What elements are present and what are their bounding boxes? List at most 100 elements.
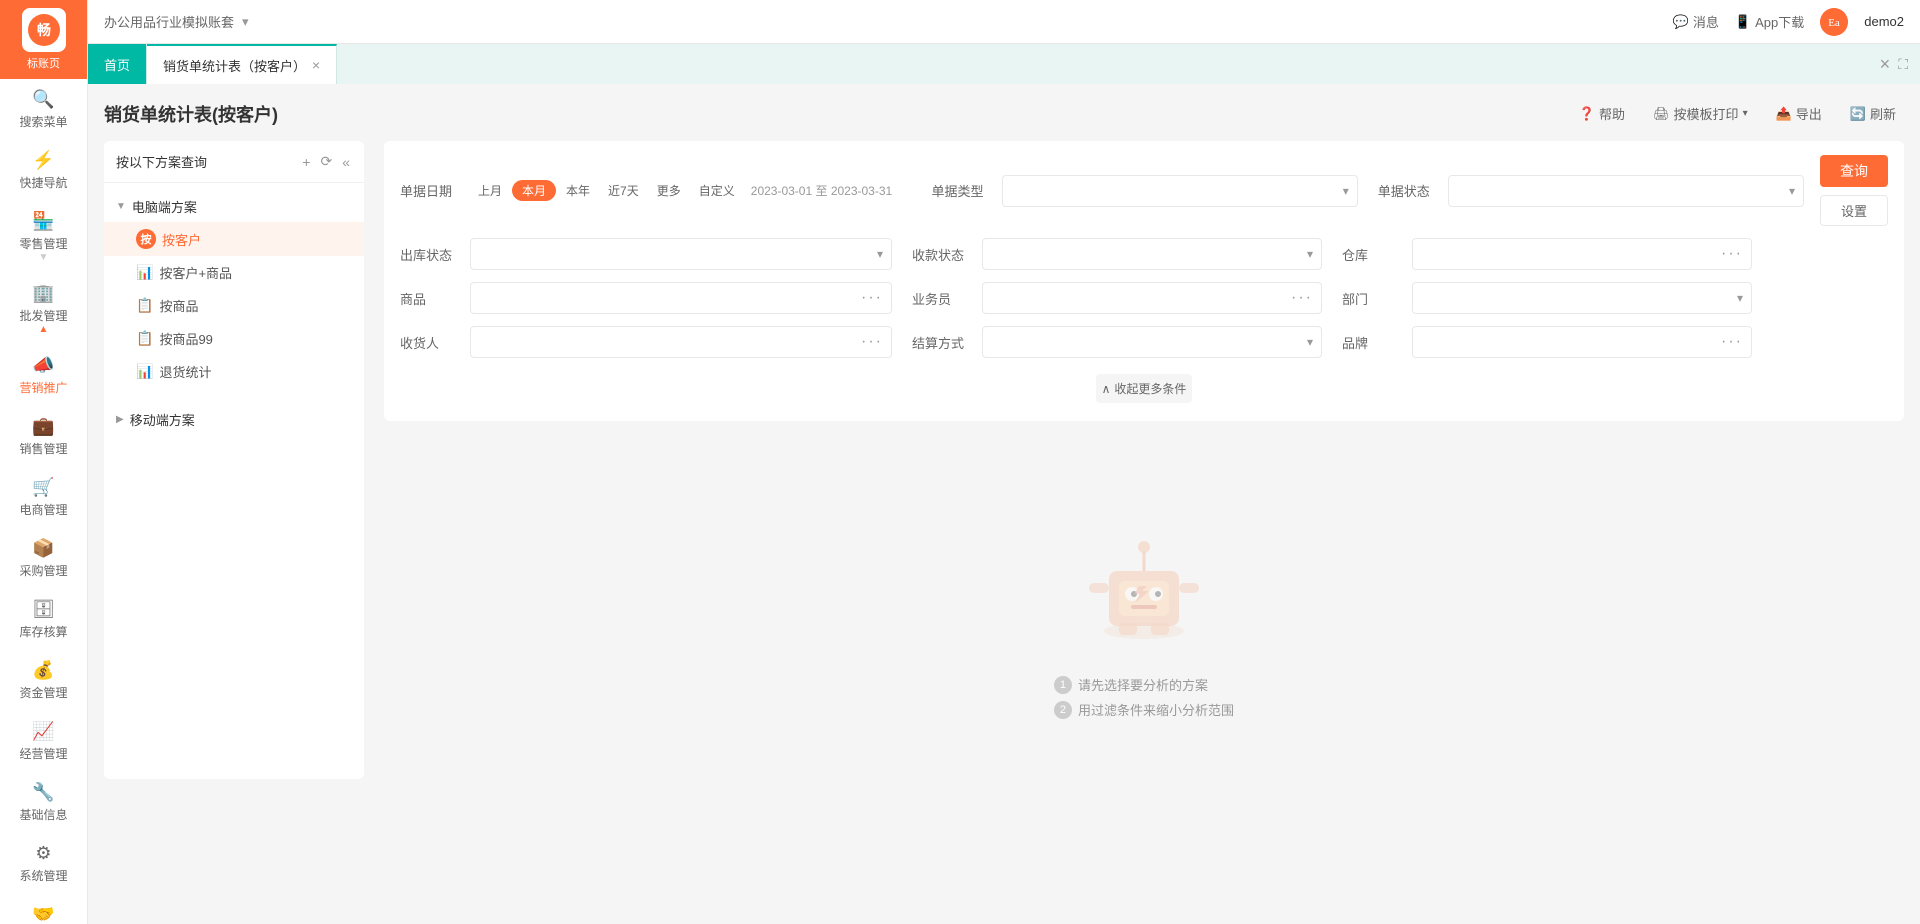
close-window-icon[interactable]: × bbox=[1880, 54, 1891, 75]
refresh-button[interactable]: 🔄 刷新 bbox=[1842, 100, 1904, 127]
out-status-arrow: ▾ bbox=[877, 247, 883, 261]
logo-icon: 畅 bbox=[22, 8, 66, 52]
finance-icon: 💰 bbox=[32, 660, 54, 681]
receiver-label: 收货人 bbox=[400, 333, 470, 352]
sidebar-item-ecommerce[interactable]: 🛒 电商管理 bbox=[0, 467, 87, 528]
department-select[interactable]: ▾ bbox=[1412, 282, 1752, 314]
out-status-select[interactable]: ▾ bbox=[470, 238, 892, 270]
chevron-down-icon: ▼ bbox=[39, 252, 49, 263]
app-download-button[interactable]: 📱 App下载 bbox=[1735, 12, 1804, 31]
date-tab-7days[interactable]: 近7天 bbox=[600, 180, 647, 201]
content-area: 销货单统计表(按客户) ❓ 帮助 🖨 按模板打印 ▾ 📤 导出 🔄 刷新 bbox=[88, 84, 1920, 924]
enterprise-icon: 🤝 bbox=[32, 904, 54, 924]
recv-status-select[interactable]: ▾ bbox=[982, 238, 1322, 270]
tree-children-desktop: 按 按客户 📊 按客户+商品 📋 按商品 📋 bbox=[104, 222, 364, 388]
warehouse-select[interactable]: ··· bbox=[1412, 238, 1752, 270]
industry-dropdown-icon[interactable]: ▾ bbox=[242, 14, 249, 30]
sidebar-item-search-label: 搜索菜单 bbox=[19, 113, 67, 130]
query-button[interactable]: 查询 bbox=[1820, 155, 1888, 187]
sidebar: 畅 标账页 🔍 搜索菜单 ⚡ 快捷导航 🏪 零售管理 ▼ 🏢 批发管理 ▲ 📣 … bbox=[0, 0, 88, 924]
help-button[interactable]: ❓ 帮助 bbox=[1571, 100, 1633, 127]
sales-icon: 💼 bbox=[32, 416, 54, 437]
goods-select[interactable]: ··· bbox=[470, 282, 892, 314]
date-control: 上月 本月 本年 近7天 更多 自定义 2023-03-01 至 2023-03… bbox=[470, 180, 912, 201]
filter-row-2: 出库状态 ▾ 收款状态 ▾ bbox=[400, 238, 1888, 270]
system-icon: ⚙ bbox=[35, 843, 51, 864]
sidebar-item-marketing[interactable]: 📣 营销推广 bbox=[0, 345, 87, 406]
collapse-up-icon: ∧ bbox=[1102, 382, 1111, 396]
date-tab-more[interactable]: 更多 bbox=[649, 180, 689, 201]
tree-child-by-goods[interactable]: 📋 按商品 bbox=[104, 289, 364, 322]
sidebar-item-inventory[interactable]: 🗄 库存核算 bbox=[0, 589, 87, 650]
refresh-scheme-icon[interactable]: ⟳ bbox=[318, 151, 334, 172]
sidebar-item-shortcuts[interactable]: ⚡ 快捷导航 bbox=[0, 140, 87, 201]
wholesale-icon: 🏢 bbox=[32, 283, 54, 304]
date-tab-last-month[interactable]: 上月 bbox=[470, 180, 510, 201]
tree-parent-mobile[interactable]: ▶ 移动端方案 bbox=[104, 404, 364, 435]
filter-out-status: 出库状态 ▾ bbox=[400, 238, 892, 270]
sidebar-item-purchase[interactable]: 📦 采购管理 bbox=[0, 528, 87, 589]
order-status-select[interactable]: ▾ bbox=[1448, 175, 1804, 207]
page-actions: ❓ 帮助 🖨 按模板打印 ▾ 📤 导出 🔄 刷新 bbox=[1571, 100, 1904, 127]
message-icon: 💬 bbox=[1673, 14, 1689, 30]
tab-close-icon[interactable]: × bbox=[312, 57, 320, 73]
brand-dots: ··· bbox=[1721, 333, 1743, 351]
salesperson-select[interactable]: ··· bbox=[982, 282, 1322, 314]
topbar-left: 办公用品行业模拟账套 ▾ bbox=[104, 12, 249, 31]
sidebar-item-sales[interactable]: 💼 销售管理 bbox=[0, 406, 87, 467]
collapse-row: ∧ 收起更多条件 bbox=[400, 370, 1888, 407]
inventory-icon: 🗄 bbox=[32, 599, 55, 620]
message-button[interactable]: 💬 消息 bbox=[1673, 12, 1719, 31]
goods-dots: ··· bbox=[861, 289, 883, 307]
tree-child-by-goods99[interactable]: 📋 按商品99 bbox=[104, 322, 364, 355]
svg-text:畅: 畅 bbox=[37, 22, 51, 38]
empty-illustration bbox=[1084, 531, 1204, 663]
sidebar-item-search[interactable]: 🔍 搜索菜单 bbox=[0, 79, 87, 140]
collapse-panel-icon[interactable]: « bbox=[340, 152, 352, 172]
customer-scheme-icon: 按 bbox=[136, 229, 156, 249]
date-tab-custom[interactable]: 自定义 bbox=[691, 180, 743, 201]
date-tab-this-month[interactable]: 本月 bbox=[512, 180, 556, 201]
sidebar-item-retail[interactable]: 🏪 零售管理 ▼ bbox=[0, 201, 87, 273]
user-name-label[interactable]: demo2 bbox=[1864, 14, 1904, 29]
tab-sales-stat[interactable]: 销货单统计表（按客户） × bbox=[147, 44, 337, 84]
order-type-select[interactable]: ▾ bbox=[1002, 175, 1358, 207]
brand-select[interactable]: ··· bbox=[1412, 326, 1752, 358]
collapse-more-button[interactable]: ∧ 收起更多条件 bbox=[1096, 374, 1193, 403]
sidebar-item-enterprise[interactable]: 🤝 企业协同 bbox=[0, 894, 87, 924]
tree-parent-mobile-label: 移动端方案 bbox=[130, 410, 195, 429]
settings-button[interactable]: 设置 bbox=[1820, 195, 1888, 226]
tab-home[interactable]: 首页 bbox=[88, 44, 147, 84]
chevron-up-icon: ▲ bbox=[39, 324, 49, 335]
add-scheme-icon[interactable]: + bbox=[300, 152, 312, 172]
tree-child-return-stat[interactable]: 📊 退货统计 bbox=[104, 355, 364, 388]
date-tab-this-year[interactable]: 本年 bbox=[558, 180, 598, 201]
sidebar-item-ecommerce-label: 电商管理 bbox=[19, 501, 67, 518]
logo-area[interactable]: 畅 标账页 bbox=[0, 0, 87, 79]
avatar[interactable] bbox=[1820, 8, 1848, 36]
sidebar-item-wholesale[interactable]: 🏢 批发管理 ▲ bbox=[0, 273, 87, 345]
sidebar-item-operation[interactable]: 📈 经营管理 bbox=[0, 711, 87, 772]
filter-row-4: 收货人 ··· 结算方式 ▾ bbox=[400, 326, 1888, 358]
filter-warehouse: 仓库 ··· bbox=[1342, 238, 1752, 270]
empty-state: 1 请先选择要分析的方案 2 用过滤条件来缩小分析范围 bbox=[384, 471, 1904, 779]
export-button[interactable]: 📤 导出 bbox=[1768, 100, 1830, 127]
recv-status-label: 收款状态 bbox=[912, 245, 982, 264]
sidebar-item-basic[interactable]: 🔧 基础信息 bbox=[0, 772, 87, 833]
sidebar-item-finance[interactable]: 💰 资金管理 bbox=[0, 650, 87, 711]
receiver-select[interactable]: ··· bbox=[470, 326, 892, 358]
left-panel-header: 按以下方案查询 + ⟳ « bbox=[104, 141, 364, 183]
tree-child-by-customer-goods[interactable]: 📊 按客户+商品 bbox=[104, 256, 364, 289]
topbar-right: 💬 消息 📱 App下载 demo2 bbox=[1673, 8, 1904, 36]
maximize-window-icon[interactable]: ⛶ bbox=[1898, 56, 1908, 73]
print-button[interactable]: 🖨 按模板打印 ▾ bbox=[1645, 100, 1756, 127]
tree-section-mobile: ▶ 移动端方案 bbox=[104, 396, 364, 443]
settlement-select[interactable]: ▾ bbox=[982, 326, 1322, 358]
empty-tip-1: 1 请先选择要分析的方案 bbox=[1054, 675, 1234, 694]
tree-child-by-customer[interactable]: 按 按客户 bbox=[104, 222, 364, 256]
sidebar-item-system[interactable]: ⚙ 系统管理 bbox=[0, 833, 87, 894]
tree-parent-desktop[interactable]: ▼ 电脑端方案 bbox=[104, 191, 364, 222]
left-panel: 按以下方案查询 + ⟳ « ▼ 电脑端方案 按 按客户 bbox=[104, 141, 364, 779]
tabbar: 首页 销货单统计表（按客户） × × ⛶ bbox=[88, 44, 1920, 84]
purchase-icon: 📦 bbox=[32, 538, 54, 559]
